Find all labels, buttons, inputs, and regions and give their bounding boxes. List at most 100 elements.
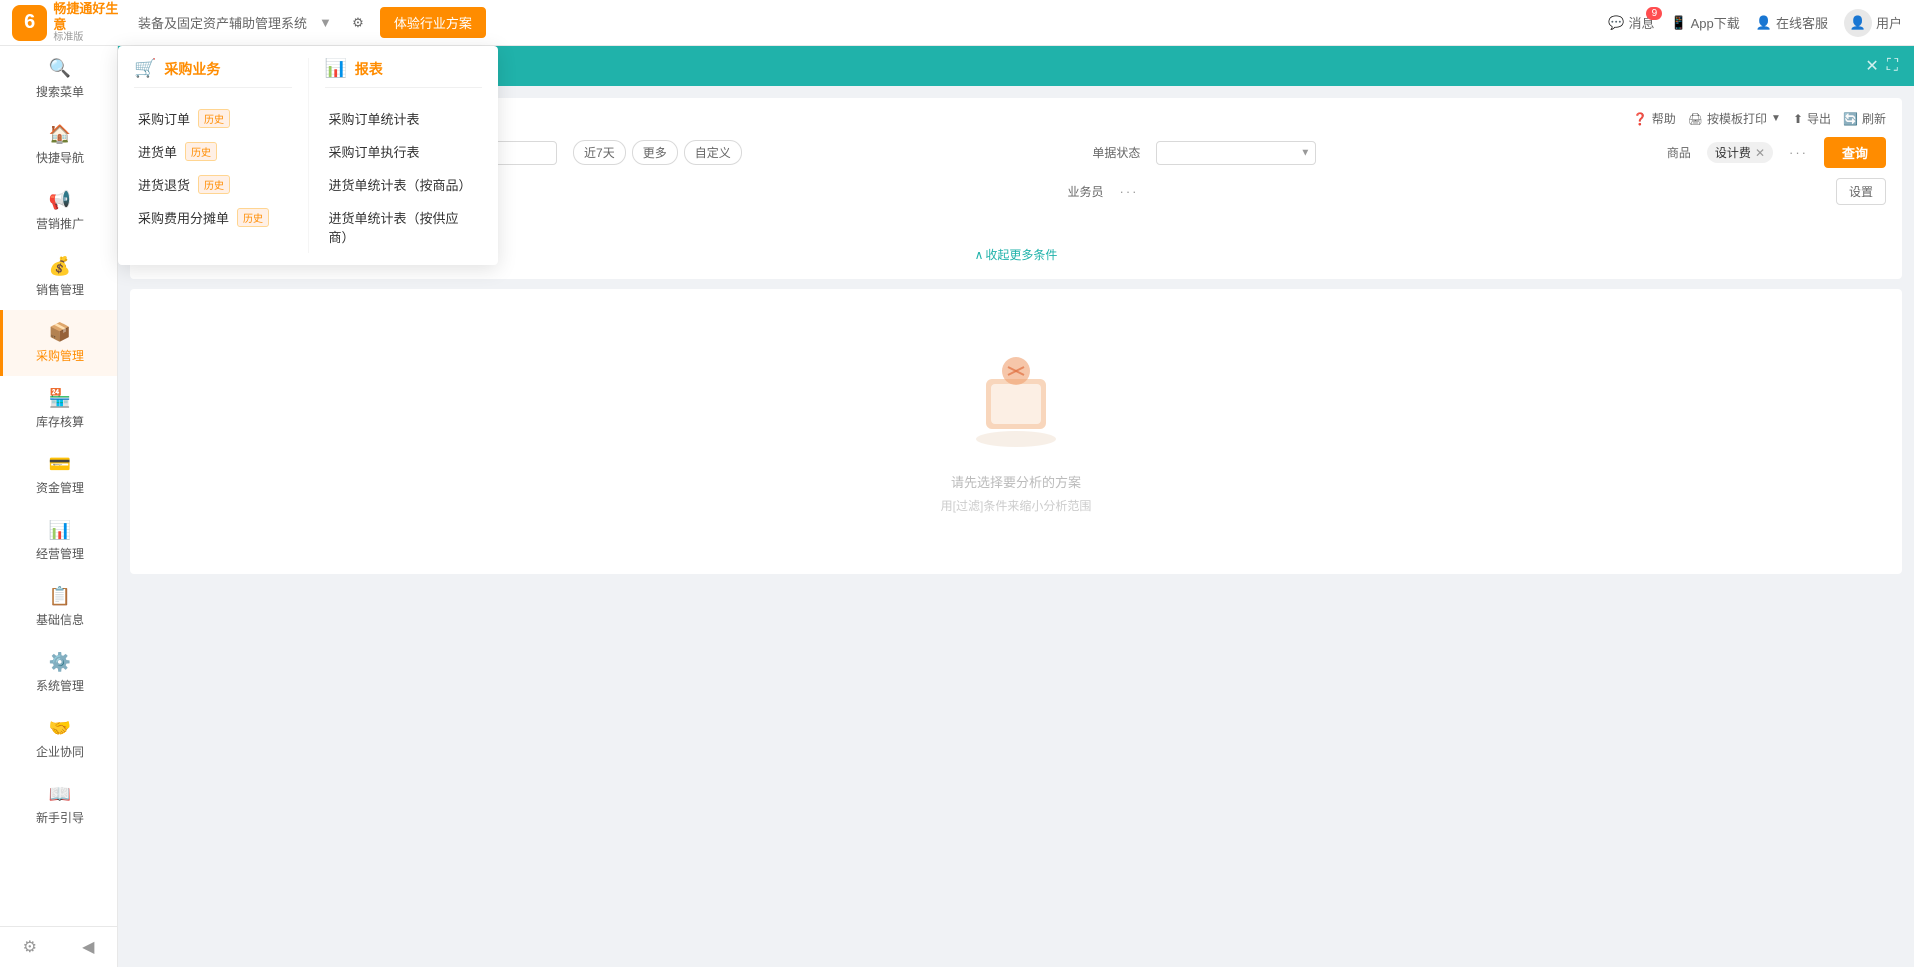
dropdown-item-purchase-receipt[interactable]: 进货单 历史 xyxy=(134,135,292,168)
collapse-chevron-icon: ∧ xyxy=(975,248,984,262)
collapse-btn[interactable]: ∧ 收起更多条件 xyxy=(975,246,1058,263)
dropdown-item-order-exec[interactable]: 采购订单执行表 xyxy=(325,135,483,168)
sidebar-item-label: 销售管理 xyxy=(36,281,84,298)
export-btn[interactable]: ⬆ 导出 xyxy=(1793,110,1831,127)
stock-icon: 🏪 xyxy=(49,388,71,409)
print-icon: 🖨 xyxy=(1688,112,1703,126)
sidebar-item-enterprise[interactable]: 🤝 企业协同 xyxy=(0,706,117,772)
sidebar-item-stock[interactable]: 🏪 库存核算 xyxy=(0,376,117,442)
purchase-col-icon: 🛒 xyxy=(134,58,156,79)
app-label: App下载 xyxy=(1691,13,1740,32)
sidebar-item-finance[interactable]: 💳 资金管理 xyxy=(0,442,117,508)
salesman-more[interactable]: ··· xyxy=(1120,184,1139,199)
dropdown-item-receipt-stats-supplier[interactable]: 进货单统计表（按供应商） xyxy=(325,201,483,253)
goods-chip-close[interactable]: ✕ xyxy=(1755,146,1765,160)
settings-icon-btn[interactable]: ⚙ xyxy=(344,9,372,37)
system-icon: ⚙️ xyxy=(49,652,71,673)
export-label: 导出 xyxy=(1807,110,1831,127)
topbar: 6 畅捷通好生意 标准版 装备及固定资产辅助管理系统 ▼ ⚙ 体验行业方案 💬 … xyxy=(0,0,1914,46)
system-title-arrow[interactable]: ▼ xyxy=(315,15,336,30)
settings-action: 设置 xyxy=(1836,178,1886,205)
sidebar-bottom: ⚙ ◀ xyxy=(0,926,117,967)
sidebar-item-label: 经营管理 xyxy=(36,545,84,562)
print-arrow: ▼ xyxy=(1771,113,1781,124)
sidebar-item-label: 快捷导航 xyxy=(36,149,84,166)
refresh-btn[interactable]: 🔄 刷新 xyxy=(1843,110,1886,127)
report-col-label: 报表 xyxy=(355,59,383,79)
sidebar-item-marketing[interactable]: 📢 营销推广 xyxy=(0,178,117,244)
online-service-btn[interactable]: 👤 在线客服 xyxy=(1756,13,1828,32)
sidebar-item-sales[interactable]: 💰 销售管理 xyxy=(0,244,117,310)
tab-expand-btn[interactable]: ⛶ xyxy=(1887,57,1898,75)
date-tag-custom[interactable]: 自定义 xyxy=(684,140,742,165)
topbar-middle: 装备及固定资产辅助管理系统 ▼ ⚙ 体验行业方案 xyxy=(130,7,1608,38)
sidebar-item-system[interactable]: ⚙️ 系统管理 xyxy=(0,640,117,706)
message-badge: 9 xyxy=(1646,7,1662,20)
empty-tip2: 用[过滤]条件来缩小分析范围 xyxy=(941,497,1092,514)
purchase-dropdown: 🛒 采购业务 采购订单 历史 进货单 历史 进货退货 历史 采购费用分摊单 历史… xyxy=(118,46,498,265)
dropdown-item-order-stats[interactable]: 采购订单统计表 xyxy=(325,102,483,135)
user-btn[interactable]: 👤 用户 xyxy=(1844,9,1902,37)
dropdown-item-purchase-order[interactable]: 采购订单 历史 xyxy=(134,102,292,135)
goods-more[interactable]: ··· xyxy=(1789,145,1808,160)
settings-btn[interactable]: 设置 xyxy=(1836,178,1886,205)
topbar-right: 💬 消息 9 📱 App下载 👤 在线客服 👤 用户 xyxy=(1608,9,1902,37)
dropdown-item-label: 进货单统计表（按商品） xyxy=(329,175,472,194)
sidebar: 🔍 搜索菜单 🏠 快捷导航 📢 营销推广 💰 销售管理 📦 采购管理 🏪 库存核… xyxy=(0,46,118,967)
history-badge: 历史 xyxy=(198,175,230,194)
print-label: 按模板打印 xyxy=(1707,110,1767,127)
logo-icon: 6 xyxy=(12,5,47,41)
help-icon: ❓ xyxy=(1633,112,1648,126)
sidebar-item-quick[interactable]: 🏠 快捷导航 xyxy=(0,112,117,178)
doc-status-select[interactable] xyxy=(1156,141,1316,165)
dropdown-item-purchase-expense[interactable]: 采购费用分摊单 历史 xyxy=(134,201,292,234)
sidebar-item-search[interactable]: 🔍 搜索菜单 xyxy=(0,46,117,112)
report-col-icon: 📊 xyxy=(325,58,347,79)
sidebar-item-purchase[interactable]: 📦 采购管理 xyxy=(0,310,117,376)
help-btn[interactable]: ❓ 帮助 xyxy=(1633,110,1676,127)
purchase-col: 🛒 采购业务 采购订单 历史 进货单 历史 进货退货 历史 采购费用分摊单 历史 xyxy=(118,58,308,253)
sales-icon: 💰 xyxy=(49,256,71,277)
logo-line1: 畅捷通好生意 xyxy=(53,1,130,32)
message-btn[interactable]: 💬 消息 9 xyxy=(1608,13,1654,32)
goods-chip-text: 设计费 xyxy=(1715,144,1751,161)
date-tag-more[interactable]: 更多 xyxy=(632,140,678,165)
empty-tip1: 请先选择要分析的方案 xyxy=(951,472,1081,491)
query-btn[interactable]: 查询 xyxy=(1824,137,1886,168)
message-icon: 💬 xyxy=(1608,15,1624,31)
dropdown-item-purchase-return[interactable]: 进货退货 历史 xyxy=(134,168,292,201)
purchase-col-title: 🛒 采购业务 xyxy=(134,58,292,88)
dropdown-item-label: 进货退货 xyxy=(138,175,190,194)
dropdown-item-receipt-stats-goods[interactable]: 进货单统计表（按商品） xyxy=(325,168,483,201)
dropdown-item-label: 进货单统计表（按供应商） xyxy=(329,208,479,246)
dropdown-item-label: 采购费用分摊单 xyxy=(138,208,229,227)
empty-state: 请先选择要分析的方案 用[过滤]条件来缩小分析范围 xyxy=(130,289,1902,574)
sidebar-item-label: 基础信息 xyxy=(36,611,84,628)
purchase-col-label: 采购业务 xyxy=(164,59,220,79)
export-icon: ⬆ xyxy=(1793,112,1803,126)
doc-status-label: 单据状态 xyxy=(1092,144,1140,161)
app-download-btn[interactable]: 📱 App下载 xyxy=(1670,13,1739,32)
history-badge: 历史 xyxy=(185,142,217,161)
sidebar-item-basic[interactable]: 📋 基础信息 xyxy=(0,574,117,640)
goods-chip: 设计费 ✕ xyxy=(1707,142,1773,163)
dropdown-item-label: 采购订单统计表 xyxy=(329,109,420,128)
sidebar-settings-btn[interactable]: ⚙ xyxy=(23,937,37,957)
empty-illustration xyxy=(956,349,1076,452)
sidebar-item-label: 新手引导 xyxy=(36,809,84,826)
sidebar-item-guide[interactable]: 📖 新手引导 xyxy=(0,772,117,838)
sidebar-item-operation[interactable]: 📊 经营管理 xyxy=(0,508,117,574)
sidebar-item-label: 采购管理 xyxy=(36,347,84,364)
logo-text: 畅捷通好生意 标准版 xyxy=(53,1,130,44)
logo-area: 6 畅捷通好生意 标准版 xyxy=(12,1,130,44)
report-col-title: 📊 报表 xyxy=(325,58,483,88)
industry-btn[interactable]: 体验行业方案 xyxy=(380,7,486,38)
doc-status-wrapper xyxy=(1156,141,1316,165)
user-label: 用户 xyxy=(1876,13,1902,32)
print-btn[interactable]: 🖨 按模板打印 ▼ xyxy=(1688,110,1781,127)
date-tag-7days[interactable]: 近7天 xyxy=(573,140,626,165)
refresh-label: 刷新 xyxy=(1862,110,1886,127)
sidebar-collapse-btn[interactable]: ◀ xyxy=(82,937,94,957)
home-icon: 🏠 xyxy=(49,124,71,145)
tab-close-all-btn[interactable]: ✕ xyxy=(1865,56,1878,76)
